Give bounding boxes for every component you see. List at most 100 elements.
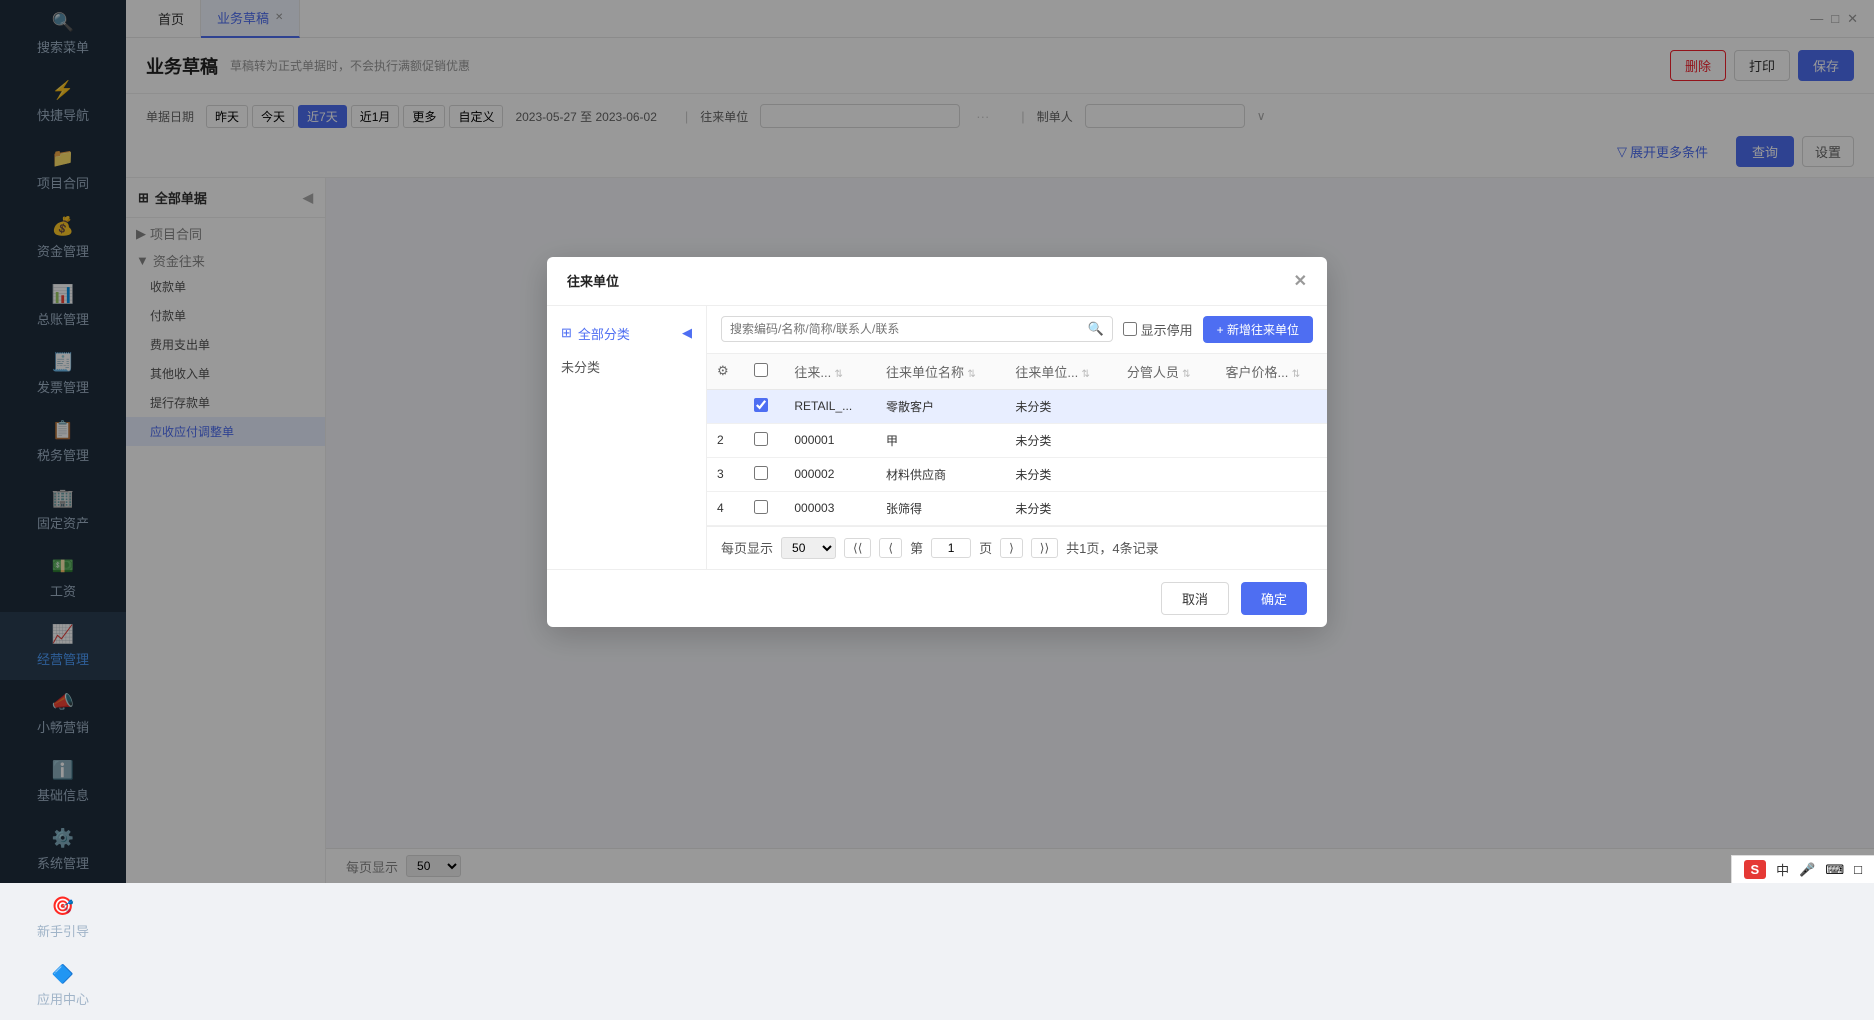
- tree-collapse-icon[interactable]: ◀: [682, 325, 692, 341]
- prev-page-btn[interactable]: ⟨: [879, 538, 902, 558]
- sidebar-item-app-center[interactable]: 🔷 应用中心: [0, 952, 126, 1020]
- col-price: 客户价格... ⇅: [1216, 354, 1328, 390]
- dialog-table-wrap: ⚙ 往来... ⇅ 往来单位名称: [707, 354, 1327, 526]
- row3-settings: 3: [707, 457, 744, 491]
- lang-zh-icon[interactable]: 中: [1776, 860, 1789, 879]
- partner-dialog: 往来单位 ✕ ⊞ 全部分类 ◀ 未分类: [547, 257, 1327, 627]
- row3-name: 材料供应商: [876, 457, 1005, 491]
- row2-name: 甲: [876, 423, 1005, 457]
- show-disabled-label[interactable]: 显示停用: [1123, 320, 1193, 339]
- col-name: 往来单位名称 ⇅: [876, 354, 1005, 390]
- col-code-sort[interactable]: ⇅: [835, 369, 843, 380]
- row4-category: 未分类: [1005, 491, 1116, 525]
- row1-name: 零散客户: [876, 389, 1005, 423]
- new-guide-icon: 🎯: [52, 896, 74, 917]
- col-manager: 分管人员 ⇅: [1117, 354, 1216, 390]
- taskbar: S 中 🎤 ⌨ □: [1731, 855, 1874, 883]
- row2-code: 000001: [784, 423, 876, 457]
- page-suffix: 页: [979, 538, 992, 557]
- dialog-content: 🔍 显示停用 + 新增往来单位 ⚙: [707, 306, 1327, 569]
- row4-settings: 4: [707, 491, 744, 525]
- settings-col-icon[interactable]: ⚙: [717, 363, 729, 378]
- row4-code: 000003: [784, 491, 876, 525]
- tree-all-item[interactable]: ⊞ 全部分类 ◀: [547, 316, 706, 351]
- page-label: 第: [910, 538, 923, 557]
- table-row[interactable]: 4 000003 张筛得 未分类: [707, 491, 1327, 525]
- row1-checkbox[interactable]: [744, 389, 784, 423]
- table-row[interactable]: 3 000002 材料供应商 未分类: [707, 457, 1327, 491]
- per-page-label: 每页显示: [721, 538, 773, 557]
- first-page-btn[interactable]: ⟨⟨: [844, 538, 871, 558]
- row2-manager: [1117, 423, 1216, 457]
- row3-category: 未分类: [1005, 457, 1116, 491]
- row4-select[interactable]: [754, 500, 768, 514]
- row4-checkbox[interactable]: [744, 491, 784, 525]
- mic-icon[interactable]: 🎤: [1799, 862, 1815, 878]
- table-row[interactable]: RETAIL_... 零散客户 未分类: [707, 389, 1327, 423]
- row3-checkbox[interactable]: [744, 457, 784, 491]
- col-settings: ⚙: [707, 354, 744, 390]
- modal-overlay: 往来单位 ✕ ⊞ 全部分类 ◀ 未分类: [0, 0, 1874, 883]
- row1-select[interactable]: [754, 398, 768, 412]
- show-disabled-checkbox[interactable]: [1123, 322, 1137, 336]
- expand-taskbar-icon[interactable]: □: [1854, 862, 1862, 877]
- tree-all-label: 全部分类: [578, 324, 630, 343]
- col-category: 往来单位... ⇅: [1005, 354, 1116, 390]
- row3-code: 000002: [784, 457, 876, 491]
- add-partner-button[interactable]: + 新增往来单位: [1203, 316, 1313, 343]
- col-price-label: 客户价格...: [1226, 365, 1289, 380]
- row1-manager: [1117, 389, 1216, 423]
- current-page-input[interactable]: [931, 538, 971, 558]
- col-name-sort[interactable]: ⇅: [967, 369, 975, 380]
- dialog-search-icon[interactable]: 🔍: [1087, 321, 1103, 337]
- col-name-label: 往来单位名称: [886, 365, 964, 380]
- next-page-btn[interactable]: ⟩: [1000, 538, 1023, 558]
- dialog-table: ⚙ 往来... ⇅ 往来单位名称: [707, 354, 1327, 526]
- tree-item-label: 未分类: [561, 360, 600, 375]
- row2-checkbox[interactable]: [744, 423, 784, 457]
- dialog-title: 往来单位: [567, 271, 619, 290]
- dialog-actions: 取消 确定: [547, 569, 1327, 627]
- col-code: 往来... ⇅: [784, 354, 876, 390]
- col-checkbox: [744, 354, 784, 390]
- dialog-close-btn[interactable]: ✕: [1294, 271, 1307, 291]
- row3-select[interactable]: [754, 466, 768, 480]
- col-price-sort[interactable]: ⇅: [1292, 369, 1300, 380]
- sidebar-item-new-guide[interactable]: 🎯 新手引导: [0, 884, 126, 952]
- app-center-icon: 🔷: [52, 964, 74, 985]
- brand-icon: S: [1744, 860, 1767, 879]
- row3-price: [1216, 457, 1328, 491]
- keyboard-icon[interactable]: ⌨: [1825, 862, 1844, 878]
- dialog-tree: ⊞ 全部分类 ◀ 未分类: [547, 306, 707, 569]
- sidebar-label-new-guide: 新手引导: [37, 921, 89, 940]
- dialog-pagination: 每页显示 50 10 20 100 ⟨⟨ ⟨ 第 页 ⟩ ⟩⟩ 共1页，4条记录: [707, 526, 1327, 569]
- row4-price: [1216, 491, 1328, 525]
- row2-select[interactable]: [754, 432, 768, 446]
- row4-name: 张筛得: [876, 491, 1005, 525]
- row1-settings: [707, 389, 744, 423]
- row2-price: [1216, 423, 1328, 457]
- confirm-button[interactable]: 确定: [1241, 582, 1307, 615]
- last-page-btn[interactable]: ⟩⟩: [1031, 538, 1058, 558]
- row1-category: 未分类: [1005, 389, 1116, 423]
- dialog-search-box: 🔍: [721, 316, 1113, 342]
- cancel-button[interactable]: 取消: [1161, 582, 1229, 615]
- per-page-select[interactable]: 50 10 20 100: [781, 537, 836, 559]
- col-category-sort[interactable]: ⇅: [1082, 369, 1090, 380]
- col-manager-label: 分管人员: [1127, 365, 1179, 380]
- col-code-label: 往来...: [794, 365, 831, 380]
- row4-manager: [1117, 491, 1216, 525]
- row2-category: 未分类: [1005, 423, 1116, 457]
- select-all-checkbox[interactable]: [754, 363, 768, 377]
- dialog-body: ⊞ 全部分类 ◀ 未分类 🔍 显示停用: [547, 306, 1327, 569]
- col-manager-sort[interactable]: ⇅: [1182, 369, 1190, 380]
- row3-manager: [1117, 457, 1216, 491]
- row1-code: RETAIL_...: [784, 389, 876, 423]
- dialog-search-input[interactable]: [730, 322, 1081, 336]
- sidebar-label-app-center: 应用中心: [37, 989, 89, 1008]
- row2-settings: 2: [707, 423, 744, 457]
- tree-item-uncategorized[interactable]: 未分类: [547, 351, 706, 382]
- row1-price: [1216, 389, 1328, 423]
- table-row[interactable]: 2 000001 甲 未分类: [707, 423, 1327, 457]
- total-records-label: 共1页，4条记录: [1066, 538, 1158, 557]
